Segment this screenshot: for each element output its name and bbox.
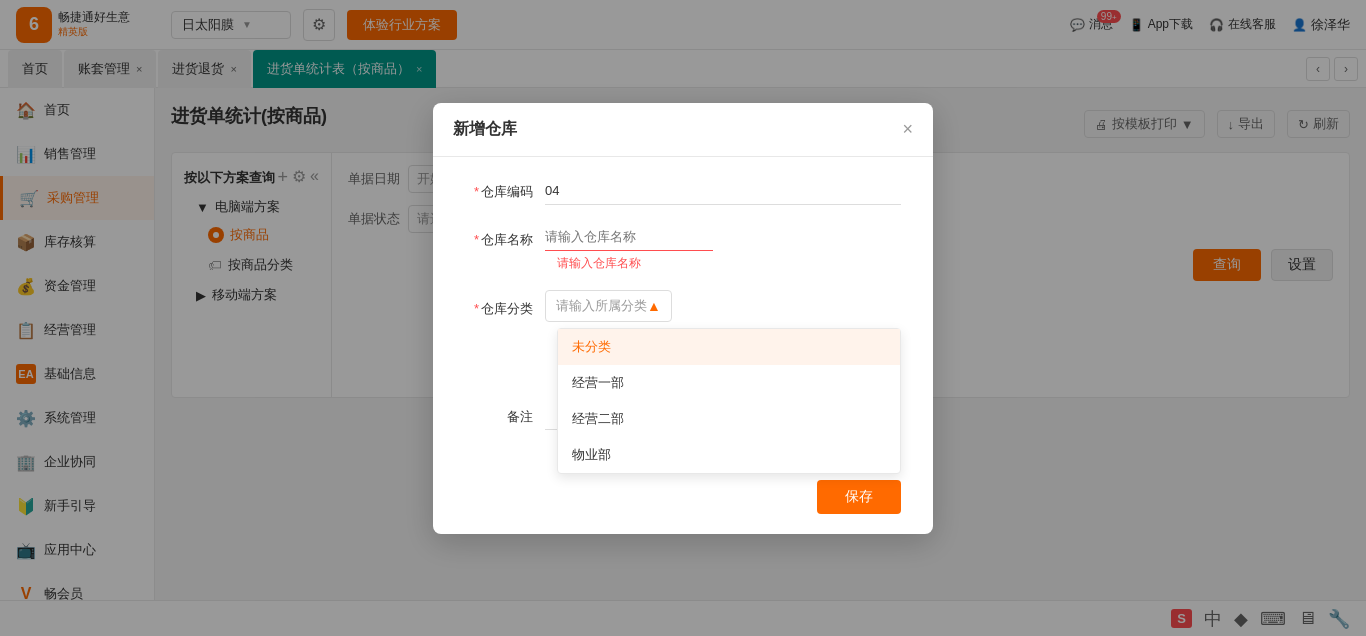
warehouse-code-input[interactable]	[545, 177, 901, 205]
new-warehouse-modal: 新增仓库 × *仓库编码 *仓库名称	[433, 103, 933, 534]
form-row-code: *仓库编码	[465, 177, 901, 205]
chevron-up-icon: ▲	[647, 298, 661, 314]
modal-overlay: 新增仓库 × *仓库编码 *仓库名称	[0, 0, 1366, 636]
warehouse-name-input[interactable]	[545, 223, 713, 251]
modal-body: *仓库编码 *仓库名称 请输入仓库名称	[433, 157, 933, 468]
form-row-category: *仓库分类 请输入所属分类 ▲ 未分类 经营一部 经营二部 物业部	[465, 290, 901, 322]
form-row-name: *仓库名称 请输入仓库名称	[465, 223, 901, 272]
modal-header: 新增仓库 ×	[433, 103, 933, 157]
name-label: *仓库名称	[465, 225, 545, 249]
category-placeholder: 请输入所属分类	[556, 297, 647, 315]
save-button[interactable]: 保存	[817, 480, 901, 514]
category-label: *仓库分类	[465, 294, 545, 318]
modal-footer: 保存	[433, 468, 933, 534]
dropdown-item-dept2[interactable]: 经营二部	[558, 401, 900, 437]
dropdown-item-property[interactable]: 物业部	[558, 437, 900, 473]
dropdown-item-dept1[interactable]: 经营一部	[558, 365, 900, 401]
name-error-msg: 请输入仓库名称	[557, 256, 641, 270]
modal-title: 新增仓库	[453, 119, 517, 140]
dropdown-item-unclassified[interactable]: 未分类	[558, 329, 900, 365]
category-dropdown-menu: 未分类 经营一部 经营二部 物业部	[557, 328, 901, 474]
code-label: *仓库编码	[465, 177, 545, 201]
category-dropdown-trigger[interactable]: 请输入所属分类 ▲	[545, 290, 672, 322]
remark-label: 备注	[465, 402, 545, 426]
modal-close-button[interactable]: ×	[902, 119, 913, 140]
